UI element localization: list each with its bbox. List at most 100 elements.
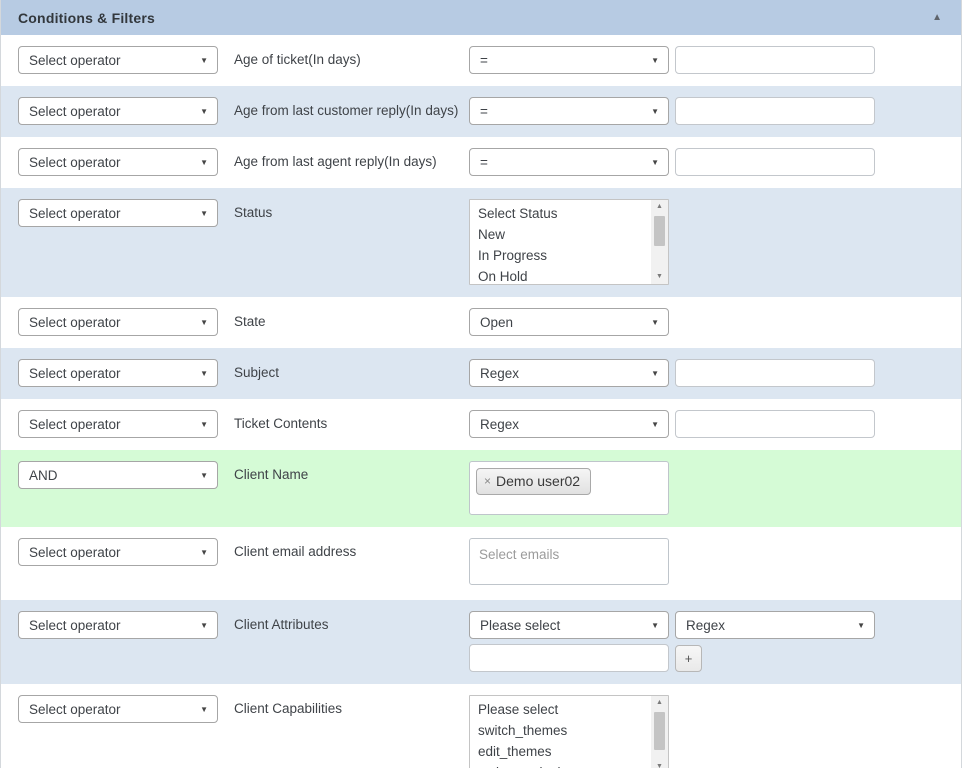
operator-select-value: Select operator xyxy=(29,103,121,119)
operator-select[interactable]: Select operator ▼ xyxy=(18,359,218,387)
comparator-select-value: = xyxy=(480,154,488,170)
email-input-placeholder: Select emails xyxy=(479,547,560,562)
operator-select[interactable]: Select operator ▼ xyxy=(18,97,218,125)
panel-header[interactable]: Conditions & Filters ▲ xyxy=(1,0,961,35)
list-option[interactable]: Select Status xyxy=(470,203,651,224)
chevron-down-icon: ▼ xyxy=(651,157,659,167)
comparator-select-value: Regex xyxy=(480,416,520,432)
list-option[interactable]: In Progress xyxy=(470,245,651,266)
operator-select[interactable]: Select operator ▼ xyxy=(18,199,218,227)
add-attribute-button[interactable]: + xyxy=(675,645,702,672)
value-input[interactable] xyxy=(675,410,875,438)
filter-label: State xyxy=(234,314,266,329)
scroll-down-icon[interactable]: ▼ xyxy=(651,760,668,768)
filter-label: Subject xyxy=(234,365,280,380)
selected-tag: × Demo user02 xyxy=(476,468,592,495)
value-input[interactable] xyxy=(675,359,875,387)
chevron-down-icon: ▼ xyxy=(651,368,659,378)
filter-row-client-attributes: Select operator ▼ Client Attributes Plea… xyxy=(1,600,961,684)
operator-select[interactable]: Select operator ▼ xyxy=(18,611,218,639)
operator-select[interactable]: Select operator ▼ xyxy=(18,695,218,723)
filter-label: Client Name xyxy=(234,467,309,482)
filter-label: Age from last agent reply(In days) xyxy=(234,154,437,169)
chevron-down-icon: ▼ xyxy=(200,704,208,714)
scrollbar[interactable]: ▲ ▼ xyxy=(651,696,668,768)
comparator-select[interactable]: = ▼ xyxy=(469,148,669,176)
filter-label: Client Attributes xyxy=(234,617,329,632)
chevron-down-icon: ▼ xyxy=(651,419,659,429)
filter-row-status: Select operator ▼ Status Select Status N… xyxy=(1,188,961,297)
attribute-value-input[interactable] xyxy=(469,644,669,672)
comparator-select[interactable]: = ▼ xyxy=(469,46,669,74)
list-option[interactable]: edit_themes xyxy=(470,741,651,762)
chevron-down-icon: ▼ xyxy=(651,106,659,116)
filter-label: Ticket Contents xyxy=(234,416,328,431)
operator-select[interactable]: AND ▼ xyxy=(18,461,218,489)
collapse-arrow-icon[interactable]: ▲ xyxy=(932,12,942,23)
filter-row-subject: Select operator ▼ Subject Regex ▼ xyxy=(1,348,961,399)
filter-row-state: Select operator ▼ State Open ▼ xyxy=(1,297,961,348)
chevron-down-icon: ▼ xyxy=(200,317,208,327)
chevron-down-icon: ▼ xyxy=(857,620,865,630)
operator-select[interactable]: Select operator ▼ xyxy=(18,308,218,336)
operator-select-value: Select operator xyxy=(29,544,121,560)
remove-tag-icon[interactable]: × xyxy=(484,474,491,488)
comparator-select-value: = xyxy=(480,52,488,68)
operator-select-value: AND xyxy=(29,467,58,483)
filter-label: Status xyxy=(234,205,273,220)
state-select-value: Open xyxy=(480,314,514,330)
operator-select-value: Select operator xyxy=(29,701,121,717)
panel-title: Conditions & Filters xyxy=(18,9,155,26)
filter-row-age-last-customer-reply: Select operator ▼ Age from last customer… xyxy=(1,86,961,137)
comparator-select[interactable]: Regex ▼ xyxy=(469,410,669,438)
list-option[interactable]: switch_themes xyxy=(470,720,651,741)
filter-row-client-capabilities: Select operator ▼ Client Capabilities Pl… xyxy=(1,684,961,768)
value-input[interactable] xyxy=(675,148,875,176)
capabilities-multiselect[interactable]: Please select switch_themes edit_themes … xyxy=(469,695,669,768)
chevron-down-icon: ▼ xyxy=(200,208,208,218)
list-option[interactable]: Please select xyxy=(470,699,651,720)
filter-label: Client email address xyxy=(234,544,357,559)
list-option[interactable]: On Hold xyxy=(470,266,651,284)
value-input[interactable] xyxy=(675,97,875,125)
comparator-select[interactable]: Regex ▼ xyxy=(675,611,875,639)
filter-label: Age from last customer reply(In days) xyxy=(234,103,459,118)
list-option[interactable]: New xyxy=(470,224,651,245)
comparator-select[interactable]: = ▼ xyxy=(469,97,669,125)
list-option[interactable]: activate_plugins xyxy=(470,762,651,768)
scrollbar[interactable]: ▲ ▼ xyxy=(651,200,668,284)
chevron-down-icon: ▼ xyxy=(200,547,208,557)
scroll-down-icon[interactable]: ▼ xyxy=(651,270,668,284)
operator-select-value: Select operator xyxy=(29,205,121,221)
chevron-down-icon: ▼ xyxy=(651,55,659,65)
operator-select[interactable]: Select operator ▼ xyxy=(18,410,218,438)
chevron-down-icon: ▼ xyxy=(200,470,208,480)
operator-select-value: Select operator xyxy=(29,617,121,633)
selected-tag-label: Demo user02 xyxy=(496,473,581,489)
client-name-tag-input[interactable]: × Demo user02 xyxy=(469,461,669,515)
status-multiselect[interactable]: Select Status New In Progress On Hold ▲ … xyxy=(469,199,669,285)
operator-select[interactable]: Select operator ▼ xyxy=(18,148,218,176)
operator-select-value: Select operator xyxy=(29,416,121,432)
attribute-select[interactable]: Please select ▼ xyxy=(469,611,669,639)
operator-select[interactable]: Select operator ▼ xyxy=(18,538,218,566)
filter-label: Client Capabilities xyxy=(234,701,343,716)
filter-label: Age of ticket(In days) xyxy=(234,52,361,67)
operator-select-value: Select operator xyxy=(29,365,121,381)
attribute-select-value: Please select xyxy=(480,617,561,633)
scrollbar-thumb[interactable] xyxy=(654,712,665,750)
scroll-up-icon[interactable]: ▲ xyxy=(651,200,668,214)
scrollbar-thumb[interactable] xyxy=(654,216,665,246)
scroll-up-icon[interactable]: ▲ xyxy=(651,696,668,710)
filter-row-client-name: AND ▼ Client Name × Demo user02 xyxy=(1,450,961,527)
chevron-down-icon: ▼ xyxy=(651,317,659,327)
value-input[interactable] xyxy=(675,46,875,74)
comparator-select-value: = xyxy=(480,103,488,119)
comparator-select[interactable]: Regex ▼ xyxy=(469,359,669,387)
state-select[interactable]: Open ▼ xyxy=(469,308,669,336)
client-email-tag-input[interactable]: Select emails xyxy=(469,538,669,585)
chevron-down-icon: ▼ xyxy=(651,620,659,630)
operator-select[interactable]: Select operator ▼ xyxy=(18,46,218,74)
operator-select-value: Select operator xyxy=(29,154,121,170)
operator-select-value: Select operator xyxy=(29,314,121,330)
